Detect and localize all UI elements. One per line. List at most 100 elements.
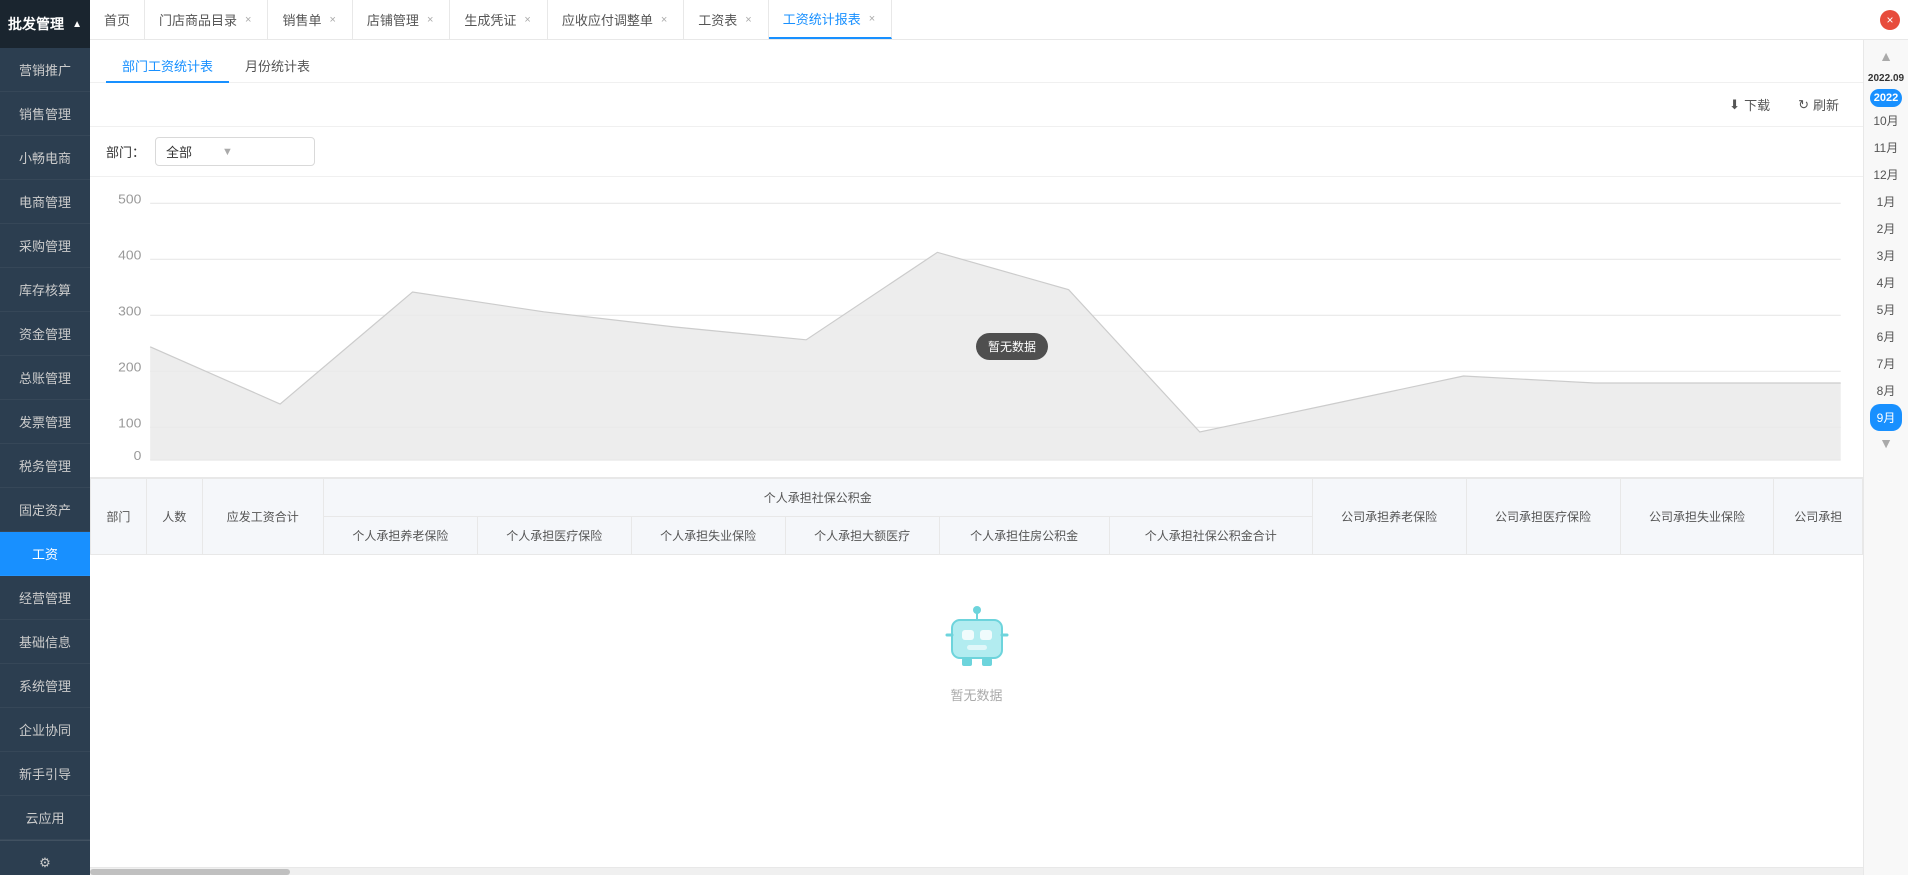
sidebar-item-发票管理[interactable]: 发票管理 [0, 400, 90, 444]
data-table: 部门 人数 应发工资合计 个人承担社保公积金 公司承担养老保险 公司承担医疗保险… [90, 478, 1863, 555]
timeline-up-arrow[interactable]: ▲ [1875, 44, 1897, 68]
svg-text:100: 100 [118, 416, 141, 430]
chart-area: 500 400 300 200 100 0 [90, 177, 1863, 477]
toolbar: ⬇ 下载 ↻ 刷新 [90, 83, 1863, 127]
sidebar-item-库存核算[interactable]: 库存核算 [0, 268, 90, 312]
timeline-year-2022[interactable]: 2022 [1870, 89, 1902, 107]
th-company-unemployment: 公司承担失业保险 [1620, 479, 1774, 555]
tab-首页[interactable]: 首页 [90, 0, 145, 39]
sidebar-title: 批发管理 [8, 14, 64, 34]
table-area[interactable]: 部门 人数 应发工资合计 个人承担社保公积金 公司承担养老保险 公司承担医疗保险… [90, 477, 1863, 867]
sidebar-item-电商管理[interactable]: 电商管理 [0, 180, 90, 224]
sidebar-item-总账管理[interactable]: 总账管理 [0, 356, 90, 400]
sidebar-item-经营管理[interactable]: 经营管理 [0, 576, 90, 620]
sidebar-item-系统管理[interactable]: 系统管理 [0, 664, 90, 708]
th-company-old: 公司承担养老保险 [1312, 479, 1466, 555]
tab-label: 工资表 [698, 10, 737, 29]
svg-text:500: 500 [118, 192, 141, 206]
tab-bar: 首页门店商品目录×销售单×店铺管理×生成凭证×应收应付调整单×工资表×工资统计报… [90, 0, 1908, 40]
sidebar-item-销售管理[interactable]: 销售管理 [0, 92, 90, 136]
filter-dept-label: 部门： [106, 142, 145, 161]
settings-button[interactable]: ⚙ [0, 840, 90, 875]
th-count: 人数 [146, 479, 202, 555]
th-personal-housing: 个人承担住房公积金 [939, 517, 1109, 555]
th-dept: 部门 [91, 479, 147, 555]
filter-bar: 部门： 全部 ▼ [90, 127, 1863, 177]
timeline-down-arrow[interactable]: ▼ [1875, 431, 1897, 455]
tab-店铺管理[interactable]: 店铺管理× [353, 0, 450, 39]
sidebar-header[interactable]: 批发管理 ▲ [0, 0, 90, 48]
no-data-label: 暂无数据 [950, 685, 1002, 704]
dept-select-value: 全部 [166, 142, 192, 161]
timeline-month-6月[interactable]: 6月 [1866, 323, 1906, 350]
tab-工资表[interactable]: 工资表 × [684, 0, 768, 39]
timeline-month-2月[interactable]: 2月 [1866, 215, 1906, 242]
refresh-label: 刷新 [1813, 95, 1839, 114]
timeline-month-12月[interactable]: 12月 [1866, 161, 1906, 188]
sidebar-item-税务管理[interactable]: 税务管理 [0, 444, 90, 488]
sidebar-item-工资[interactable]: 工资 [0, 532, 90, 576]
timeline-month-10月[interactable]: 10月 [1866, 107, 1906, 134]
sidebar-item-基础信息[interactable]: 基础信息 [0, 620, 90, 664]
th-personal-insurance-group: 个人承担社保公积金 [323, 479, 1312, 517]
sidebar-items: 营销推广销售管理小畅电商电商管理采购管理库存核算资金管理总账管理发票管理税务管理… [0, 48, 90, 840]
dept-select[interactable]: 全部 ▼ [155, 137, 315, 166]
tab-close-icon[interactable]: × [425, 13, 435, 27]
timeline-month-3月[interactable]: 3月 [1866, 242, 1906, 269]
sidebar-item-云应用[interactable]: 云应用 [0, 796, 90, 840]
th-company-medical: 公司承担医疗保险 [1466, 479, 1620, 555]
timeline-month-5月[interactable]: 5月 [1866, 296, 1906, 323]
svg-text:300: 300 [118, 304, 141, 318]
timeline-month-1月[interactable]: 1月 [1866, 188, 1906, 215]
sidebar-item-小畅电商[interactable]: 小畅电商 [0, 136, 90, 180]
timeline-month-4月[interactable]: 4月 [1866, 269, 1906, 296]
window-close-button[interactable]: × [1880, 10, 1900, 30]
sidebar-item-采购管理[interactable]: 采购管理 [0, 224, 90, 268]
th-personal-total: 个人承担社保公积金合计 [1109, 517, 1312, 555]
tab-销售单[interactable]: 销售单 × [268, 0, 352, 39]
sidebar-item-固定资产[interactable]: 固定资产 [0, 488, 90, 532]
th-personal-old: 个人承担养老保险 [323, 517, 477, 555]
timeline-month-9月[interactable]: 9月 [1870, 404, 1902, 431]
tab-工资统计报表[interactable]: 工资统计报表 × [769, 0, 892, 39]
scrollbar-thumb [90, 869, 290, 875]
tab-close-icon[interactable]: × [867, 12, 877, 26]
tab-close-icon[interactable]: × [743, 13, 753, 27]
tab-label: 工资统计报表 [783, 9, 861, 28]
no-data-container: 暂无数据 [90, 555, 1863, 744]
tab-close-icon[interactable]: × [659, 13, 669, 27]
sidebar-item-资金管理[interactable]: 资金管理 [0, 312, 90, 356]
tab-close-icon[interactable]: × [327, 13, 337, 27]
sub-tab-月份统计表[interactable]: 月份统计表 [229, 50, 326, 83]
th-personal-major-medical: 个人承担大额医疗 [785, 517, 939, 555]
tab-应收应付调整单[interactable]: 应收应付调整单× [548, 0, 684, 39]
refresh-button[interactable]: ↻ 刷新 [1790, 91, 1847, 118]
horizontal-scrollbar[interactable] [90, 867, 1863, 875]
svg-text:0: 0 [134, 448, 142, 462]
chart-svg: 500 400 300 200 100 0 [106, 187, 1847, 467]
no-data-robot-icon [937, 595, 1017, 675]
tab-生成凭证[interactable]: 生成凭证× [450, 0, 547, 39]
sidebar-item-企业协同[interactable]: 企业协同 [0, 708, 90, 752]
svg-text:200: 200 [118, 360, 141, 374]
download-button[interactable]: ⬇ 下载 [1721, 91, 1778, 118]
sub-tab-部门工资统计表[interactable]: 部门工资统计表 [106, 50, 229, 83]
tab-label: 销售单 [282, 10, 321, 29]
timeline-month-8月[interactable]: 8月 [1866, 377, 1906, 404]
timeline-month-7月[interactable]: 7月 [1866, 350, 1906, 377]
th-personal-unemployment: 个人承担失业保险 [631, 517, 785, 555]
sidebar-item-营销推广[interactable]: 营销推广 [0, 48, 90, 92]
timeline: ▲ 2022.09 202210月11月12月1月2月3月4月5月6月7月8月9… [1863, 40, 1908, 875]
timeline-month-11月[interactable]: 11月 [1866, 134, 1906, 161]
th-company-other: 公司承担 [1774, 479, 1863, 555]
svg-text:400: 400 [118, 248, 141, 262]
download-label: 下载 [1744, 95, 1770, 114]
sidebar-item-新手引导[interactable]: 新手引导 [0, 752, 90, 796]
main-area: 首页门店商品目录×销售单×店铺管理×生成凭证×应收应付调整单×工资表×工资统计报… [90, 0, 1908, 875]
window-controls: × [1880, 10, 1908, 30]
tab-close-icon[interactable]: × [243, 13, 253, 27]
th-total-salary: 应发工资合计 [202, 479, 323, 555]
tab-门店商品目录[interactable]: 门店商品目录× [145, 0, 268, 39]
tab-close-icon[interactable]: × [522, 13, 532, 27]
timeline-items: 202210月11月12月1月2月3月4月5月6月7月8月9月 [1866, 89, 1906, 431]
